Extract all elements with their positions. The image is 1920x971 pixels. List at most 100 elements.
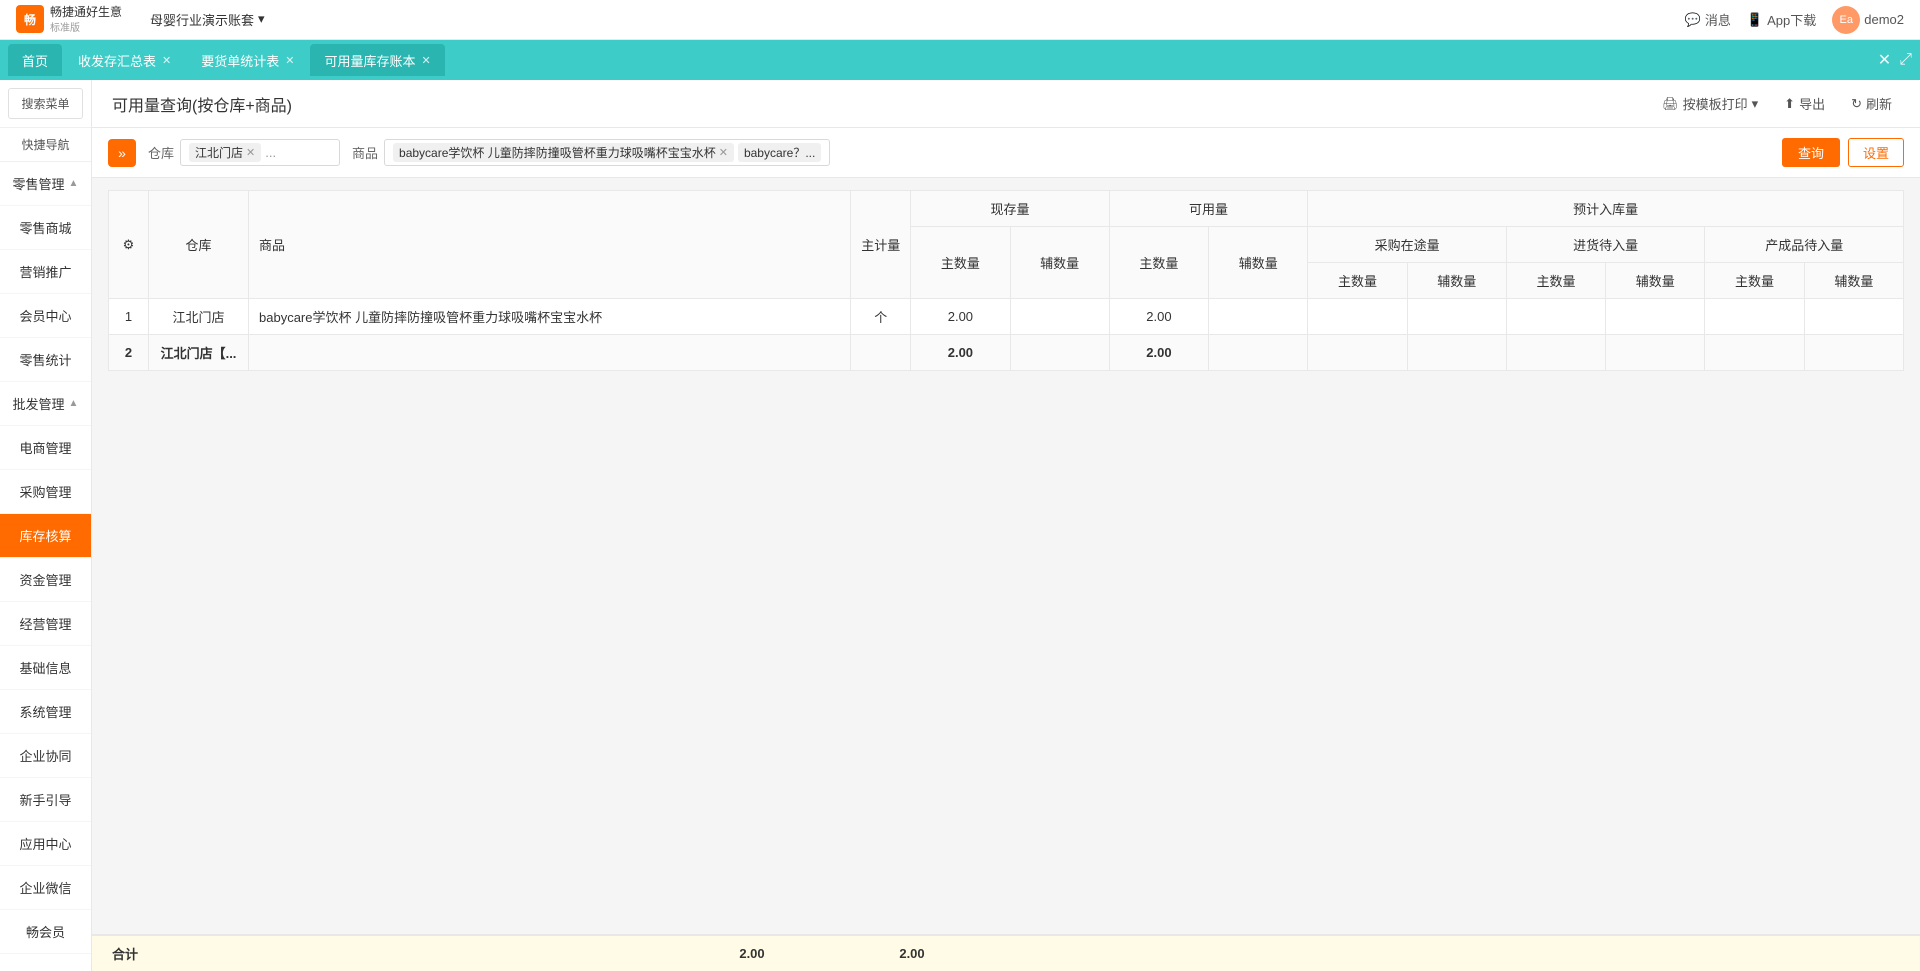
row2-fp-main (1705, 335, 1804, 371)
sidebar-item-purchase[interactable]: 采购管理 (0, 470, 91, 514)
sidebar-item-finance[interactable]: 资金管理 (0, 558, 91, 602)
product-label: 商品 (352, 143, 378, 162)
warehouse-filter: 仓库 江北门店 ✕ ... (148, 139, 340, 166)
export-btn[interactable]: ⬆ 导出 (1776, 90, 1833, 117)
user-btn[interactable]: Ea demo2 (1832, 6, 1904, 34)
avatar: Ea (1832, 6, 1860, 34)
tab-receive-summary-close[interactable]: ✕ (162, 54, 171, 67)
row1-seq: 1 (109, 299, 149, 335)
tab-available-stock-close[interactable]: ✕ (422, 54, 431, 67)
tab-home-label: 首页 (22, 51, 48, 70)
sidebar-label-new-guide: 新手引导 (19, 790, 71, 809)
th-product: 商品 (249, 191, 851, 299)
row1-current-aux (1010, 299, 1109, 335)
sidebar-arrow-wholesale: ▲ (69, 398, 79, 409)
download-btn[interactable]: 📱 App下载 (1747, 10, 1816, 29)
filter-toggle-btn[interactable]: » (108, 139, 136, 167)
warehouse-tag: 江北门店 ✕ (189, 143, 261, 162)
th-warehouse: 仓库 (149, 191, 249, 299)
row1-pt-main (1308, 299, 1407, 335)
sidebar-item-vip[interactable]: 畅会员 (0, 910, 91, 954)
industry-dropdown-icon: ▾ (258, 11, 265, 27)
tab-receive-summary[interactable]: 收发存汇总表 ✕ (64, 44, 185, 76)
sidebar-label-retail-stats: 零售统计 (19, 350, 71, 369)
logo-icon: 畅 (16, 5, 44, 33)
row1-product: babycare学饮杯 儿童防摔防撞吸管杯重力球吸嘴杯宝宝水杯 (249, 299, 851, 335)
warehouse-tag-value: 江北门店 (195, 144, 243, 161)
settings-btn[interactable]: 设置 (1848, 138, 1904, 167)
warehouse-input-wrap[interactable]: 江北门店 ✕ ... (180, 139, 340, 166)
th-current-stock: 现存量 (911, 191, 1110, 227)
tab-available-stock[interactable]: 可用量库存账本 ✕ (310, 44, 444, 76)
sidebar-label-app-center: 应用中心 (19, 834, 71, 853)
row2-pt-aux (1407, 335, 1506, 371)
search-menu-btn[interactable]: 搜索菜单 (8, 88, 83, 119)
close-window-icon[interactable]: ✕ (1878, 50, 1891, 70)
logo: 畅 畅捷通好生意 标准版 (16, 5, 122, 34)
sidebar-item-app-center[interactable]: 应用中心 (0, 822, 91, 866)
message-btn[interactable]: 💬 消息 (1685, 10, 1731, 29)
row2-available-aux (1209, 335, 1308, 371)
sidebar-item-wholesale[interactable]: 批发管理 ▲ (0, 382, 91, 426)
sidebar-item-retail-stats[interactable]: 零售统计 (0, 338, 91, 382)
warehouse-more-icon[interactable]: ... (265, 145, 276, 160)
quick-nav-btn[interactable]: 快捷导航 (0, 128, 91, 162)
product-tag1-remove[interactable]: ✕ (719, 146, 728, 159)
sidebar-item-retail-mgmt[interactable]: 零售管理 ▲ (0, 162, 91, 206)
tab-order-stats[interactable]: 要货单统计表 ✕ (187, 44, 308, 76)
row2-warehouse: 江北门店【... (149, 335, 249, 371)
sidebar-item-new-guide[interactable]: 新手引导 (0, 778, 91, 822)
tab-home[interactable]: 首页 (8, 44, 62, 76)
th-seq: ⚙ (109, 191, 149, 299)
row1-pp-aux (1606, 299, 1705, 335)
th-purchase-pending-main: 主数量 (1506, 263, 1605, 299)
footer-label: 合计 (102, 944, 252, 963)
row2-available-main: 2.00 (1109, 335, 1208, 371)
sidebar-item-enterprise-wechat[interactable]: 企业微信 (0, 866, 91, 910)
sidebar-item-system[interactable]: 系统管理 (0, 690, 91, 734)
row1-available-main: 2.00 (1109, 299, 1208, 335)
tab-available-stock-label: 可用量库存账本 (324, 51, 415, 70)
sidebar-item-ecommerce[interactable]: 电商管理 (0, 426, 91, 470)
message-icon: 💬 (1685, 12, 1701, 28)
warehouse-label: 仓库 (148, 143, 174, 162)
footer-spacer-unit (652, 946, 712, 961)
page-actions: 🖨 按模板打印 ▾ ⬆ 导出 ↻ 刷新 (1654, 90, 1900, 117)
product-input-wrap[interactable]: babycare学饮杯 儿童防摔防撞吸管杯重力球吸嘴杯宝宝水杯 ✕ babyca… (384, 139, 830, 166)
tab-receive-summary-label: 收发存汇总表 (78, 51, 156, 70)
sidebar-item-inventory[interactable]: 库存核算 (0, 514, 91, 558)
expand-icon[interactable]: ⤢ (1899, 51, 1912, 69)
product-tag2: babycare？... (738, 143, 821, 162)
nav-tabs-right: ✕ ⤢ (1878, 50, 1912, 70)
row1-fp-aux (1804, 299, 1903, 335)
sidebar-label-member: 会员中心 (19, 306, 71, 325)
sidebar-item-retail-mall[interactable]: 零售商城 (0, 206, 91, 250)
username: demo2 (1864, 12, 1904, 27)
th-finished-pending-aux: 辅数量 (1804, 263, 1903, 299)
print-btn[interactable]: 🖨 按模板打印 ▾ (1654, 90, 1766, 117)
warehouse-tag-remove[interactable]: ✕ (246, 146, 255, 159)
footer-available-main: 2.00 (872, 946, 952, 961)
footer-available-aux (952, 946, 1032, 961)
footer-values: 2.00 2.00 (252, 946, 1032, 961)
export-icon: ⬆ (1784, 96, 1795, 112)
sidebar-item-operations[interactable]: 经营管理 (0, 602, 91, 646)
top-bar-right: 💬 消息 📱 App下载 Ea demo2 (1685, 6, 1904, 34)
sidebar-label-marketing: 营销推广 (19, 262, 71, 281)
th-purchase-pending-aux: 辅数量 (1606, 263, 1705, 299)
top-bar-left: 畅 畅捷通好生意 标准版 母婴行业演示账套 ▾ (16, 5, 265, 34)
sidebar-label-retail-mgmt: 零售管理 (13, 174, 65, 193)
sidebar-item-marketing[interactable]: 营销推广 (0, 250, 91, 294)
industry-selector[interactable]: 母婴行业演示账套 ▾ (150, 10, 265, 29)
query-btn[interactable]: 查询 (1782, 138, 1840, 167)
th-available: 可用量 (1109, 191, 1308, 227)
settings-gear-icon[interactable]: ⚙ (123, 237, 135, 252)
tab-order-stats-close[interactable]: ✕ (285, 54, 294, 67)
refresh-btn[interactable]: ↻ 刷新 (1843, 90, 1900, 117)
filter-bar: » 仓库 江北门店 ✕ ... 商品 babycare学饮杯 儿童防摔防撞吸管杯… (92, 128, 1920, 178)
sidebar-item-basic-info[interactable]: 基础信息 (0, 646, 91, 690)
sidebar-label-operations: 经营管理 (19, 614, 71, 633)
sidebar-label-purchase: 采购管理 (19, 482, 71, 501)
sidebar-item-member[interactable]: 会员中心 (0, 294, 91, 338)
sidebar-item-enterprise[interactable]: 企业协同 (0, 734, 91, 778)
